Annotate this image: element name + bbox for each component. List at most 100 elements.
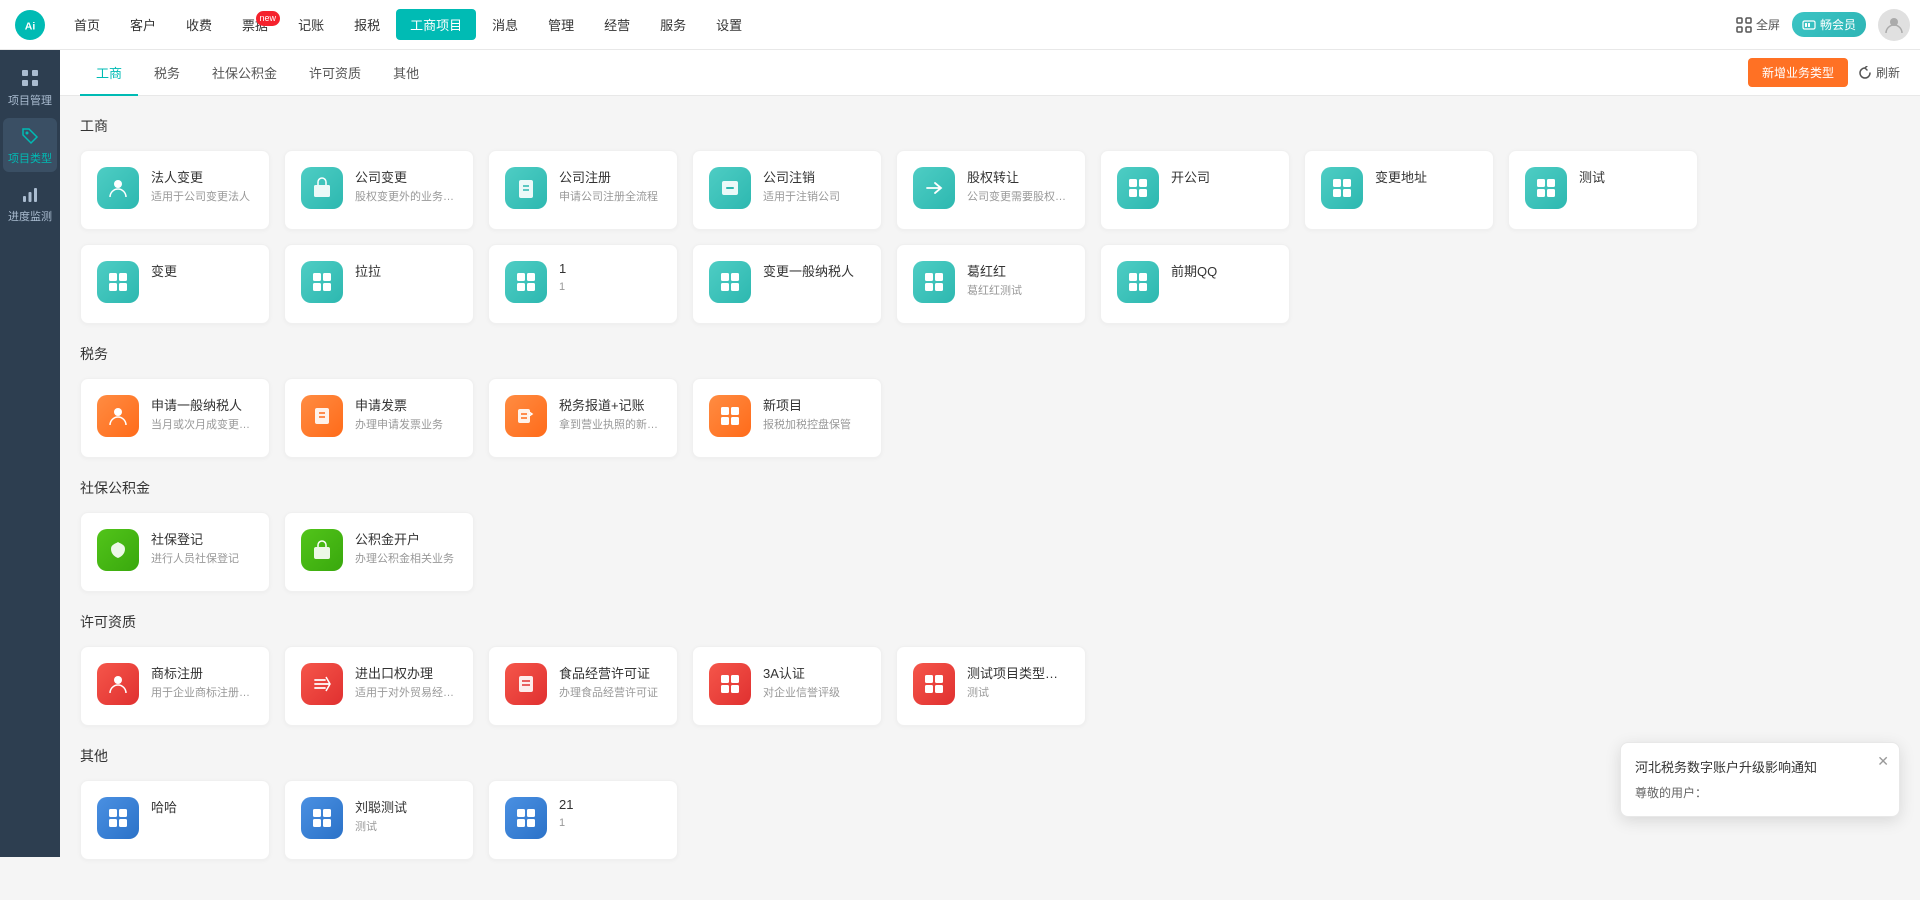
tab-shebao[interactable]: 社保公积金 — [196, 51, 293, 96]
nav-bookkeeping[interactable]: 记账 — [284, 9, 338, 40]
card-title-haha: 哈哈 — [151, 797, 253, 816]
sidebar-label-project-management: 项目管理 — [8, 92, 52, 108]
user-avatar[interactable] — [1878, 9, 1910, 41]
card-one[interactable]: 1 1 — [488, 244, 678, 324]
card-gehonghong[interactable]: 葛红红 葛红红测试 — [896, 244, 1086, 324]
card-icon-liucong-test — [301, 797, 343, 839]
card-title-trademark: 商标注册 — [151, 663, 253, 682]
card-company-cancel[interactable]: 公司注销 适用于注销公司 — [692, 150, 882, 230]
card-info-change: 变更 — [151, 261, 253, 284]
card-apply-taxpayer[interactable]: 申请一般纳税人 当月或次月成变更完成 — [80, 378, 270, 458]
refresh-button[interactable]: 刷新 — [1858, 64, 1900, 81]
logo[interactable]: Ai — [10, 5, 50, 45]
card-icon-21 — [505, 797, 547, 839]
tab-qita[interactable]: 其他 — [377, 51, 435, 96]
card-info-company-change: 公司变更 股权变更外的业务变更 — [355, 167, 457, 205]
card-import-export[interactable]: 进出口权办理 适用于对外贸易经营者 — [284, 646, 474, 726]
card-desc-liucong-test: 测试 — [355, 820, 457, 835]
card-icon-gehonghong — [913, 261, 955, 303]
card-title-change: 变更 — [151, 261, 253, 280]
card-icon-provident-fund — [301, 529, 343, 571]
nav-customer[interactable]: 客户 — [116, 9, 170, 40]
nav-operation[interactable]: 经营 — [590, 9, 644, 40]
card-info-general-taxpayer: 变更一般纳税人 — [763, 261, 865, 284]
add-business-type-button[interactable]: 新增业务类型 — [1748, 58, 1848, 87]
card-icon-company-cancel — [709, 167, 751, 209]
card-open-company[interactable]: 开公司 — [1100, 150, 1290, 230]
card-title-equity-transfer: 股权转让 — [967, 167, 1069, 186]
card-title-legal-change: 法人变更 — [151, 167, 253, 186]
nav-industrial[interactable]: 工商项目 — [396, 9, 476, 40]
nav-home[interactable]: 首页 — [60, 9, 114, 40]
card-icon-3a-cert — [709, 663, 751, 705]
card-desc-test-type: 测试 — [967, 686, 1069, 701]
card-icon-company-change — [301, 167, 343, 209]
card-company-change[interactable]: 公司变更 股权变更外的业务变更 — [284, 150, 474, 230]
card-apply-invoice[interactable]: 申请发票 办理申请发票业务 — [284, 378, 474, 458]
card-icon-food-license — [505, 663, 547, 705]
card-desc-apply-taxpayer: 当月或次月成变更完成 — [151, 418, 253, 433]
card-desc-equity-transfer: 公司变更需要股权转让 — [967, 190, 1069, 205]
nav-management[interactable]: 管理 — [534, 9, 588, 40]
card-food-license[interactable]: 食品经营许可证 办理食品经营许可证 — [488, 646, 678, 726]
card-info-liucong-test: 刘聪测试 测试 — [355, 797, 457, 835]
nav-ticket[interactable]: 票据 new — [228, 9, 282, 40]
tag-icon — [19, 125, 41, 147]
ticket-badge: new — [256, 11, 281, 26]
card-21[interactable]: 21 1 — [488, 780, 678, 860]
card-test[interactable]: 测试 — [1508, 150, 1698, 230]
sidebar-item-project-management[interactable]: 项目管理 — [3, 60, 57, 114]
card-desc-trademark: 用于企业商标注册服务 — [151, 686, 253, 701]
card-new-project[interactable]: 新项目 报税加税控盘保管 — [692, 378, 882, 458]
card-info-lala: 拉拉 — [355, 261, 457, 284]
fullscreen-button[interactable]: 全屏 — [1736, 16, 1780, 33]
card-company-register[interactable]: 公司注册 申请公司注册全流程 — [488, 150, 678, 230]
card-title-company-change: 公司变更 — [355, 167, 457, 186]
card-haha[interactable]: 哈哈 — [80, 780, 270, 860]
card-general-taxpayer[interactable]: 变更一般纳税人 — [692, 244, 882, 324]
card-legal-change[interactable]: 法人变更 适用于公司变更法人 — [80, 150, 270, 230]
nav-items: 首页 客户 收费 票据 new 记账 报税 工商项目 消息 管理 经营 服务 设… — [60, 9, 1736, 40]
notification-title: 河北税务数字账户升级影响通知 — [1635, 757, 1885, 776]
card-liucong-test[interactable]: 刘聪测试 测试 — [284, 780, 474, 860]
vip-button[interactable]: 畅会员 — [1792, 12, 1866, 37]
card-desc-new-project: 报税加税控盘保管 — [763, 418, 865, 433]
card-3a-cert[interactable]: 3A认证 对企业信誉评级 — [692, 646, 882, 726]
card-icon-import-export — [301, 663, 343, 705]
card-icon-one — [505, 261, 547, 303]
card-desc-import-export: 适用于对外贸易经营者 — [355, 686, 457, 701]
card-info-tax-bookkeeping: 税务报道+记账 拿到营业执照的新公司 — [559, 395, 661, 433]
tab-shuiwu[interactable]: 税务 — [138, 51, 196, 96]
nav-fee[interactable]: 收费 — [172, 9, 226, 40]
card-trademark[interactable]: 商标注册 用于企业商标注册服务 — [80, 646, 270, 726]
tab-xuke[interactable]: 许可资质 — [293, 51, 377, 96]
nav-settings[interactable]: 设置 — [702, 9, 756, 40]
card-icon-lala — [301, 261, 343, 303]
nav-tax[interactable]: 报税 — [340, 9, 394, 40]
card-icon-social-security — [97, 529, 139, 571]
tab-gongshang[interactable]: 工商 — [80, 51, 138, 96]
grid-icon — [19, 67, 41, 89]
card-change-address[interactable]: 变更地址 — [1304, 150, 1494, 230]
card-desc-social-security: 进行人员社保登记 — [151, 552, 253, 567]
card-desc-apply-invoice: 办理申请发票业务 — [355, 418, 457, 433]
sidebar-item-progress[interactable]: 进度监测 — [3, 176, 57, 230]
card-tax-bookkeeping[interactable]: 税务报道+记账 拿到营业执照的新公司 — [488, 378, 678, 458]
card-info-haha: 哈哈 — [151, 797, 253, 820]
card-early-qq[interactable]: 前期QQ — [1100, 244, 1290, 324]
card-info-company-register: 公司注册 申请公司注册全流程 — [559, 167, 661, 205]
card-social-security[interactable]: 社保登记 进行人员社保登记 — [80, 512, 270, 592]
gongshang-cards: 法人变更 适用于公司变更法人 公司变更 股权变更外的业务变更 公司注册 — [80, 150, 1900, 324]
card-lala[interactable]: 拉拉 — [284, 244, 474, 324]
card-info-apply-invoice: 申请发票 办理申请发票业务 — [355, 395, 457, 433]
nav-service[interactable]: 服务 — [646, 9, 700, 40]
card-provident-fund[interactable]: 公积金开户 办理公积金相关业务 — [284, 512, 474, 592]
notification-close-button[interactable]: ✕ — [1877, 753, 1889, 770]
card-icon-legal-change — [97, 167, 139, 209]
card-change[interactable]: 变更 — [80, 244, 270, 324]
sidebar-item-project-type[interactable]: 项目类型 — [3, 118, 57, 172]
card-test-type[interactable]: 测试项目类型目定义 测试 — [896, 646, 1086, 726]
card-equity-transfer[interactable]: 股权转让 公司变更需要股权转让 — [896, 150, 1086, 230]
nav-message[interactable]: 消息 — [478, 9, 532, 40]
card-info-food-license: 食品经营许可证 办理食品经营许可证 — [559, 663, 661, 701]
